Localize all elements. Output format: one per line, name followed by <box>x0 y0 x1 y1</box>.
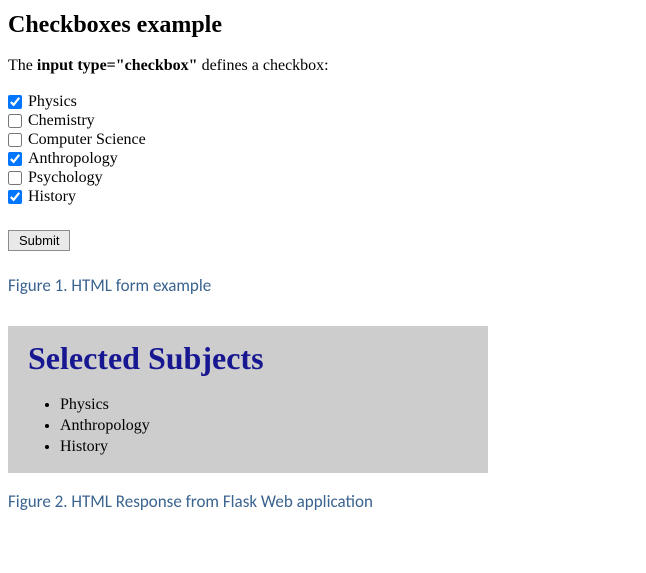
checkbox-row: History <box>8 188 638 206</box>
checkbox-list: PhysicsChemistryComputer ScienceAnthropo… <box>8 93 638 206</box>
figure-1-caption: Figure 1. HTML form example <box>8 275 638 296</box>
checkbox-label: Physics <box>28 93 77 111</box>
checkbox-label: Anthropology <box>28 150 118 168</box>
intro-text: The input type="checkbox" defines a chec… <box>8 57 638 75</box>
selected-item: Anthropology <box>60 416 468 437</box>
checkbox-label: Psychology <box>28 169 103 187</box>
selected-item: History <box>60 437 468 458</box>
page-title: Checkboxes example <box>8 12 638 39</box>
checkbox-input[interactable] <box>8 133 22 147</box>
checkbox-label: Chemistry <box>28 112 95 130</box>
figure-2-caption: Figure 2. HTML Response from Flask Web a… <box>8 491 638 512</box>
selected-subjects-title: Selected Subjects <box>28 340 468 377</box>
checkbox-row: Chemistry <box>8 112 638 130</box>
checkbox-input[interactable] <box>8 95 22 109</box>
checkbox-row: Physics <box>8 93 638 111</box>
submit-button[interactable]: Submit <box>8 230 70 251</box>
selected-subjects-list: PhysicsAnthropologyHistory <box>42 395 468 457</box>
checkbox-row: Anthropology <box>8 150 638 168</box>
checkbox-input[interactable] <box>8 114 22 128</box>
checkbox-input[interactable] <box>8 171 22 185</box>
intro-code: input type="checkbox" <box>37 57 198 74</box>
selected-item: Physics <box>60 395 468 416</box>
intro-suffix: defines a checkbox: <box>198 57 329 74</box>
checkbox-label: History <box>28 188 76 206</box>
checkbox-input[interactable] <box>8 190 22 204</box>
intro-prefix: The <box>8 57 37 74</box>
checkbox-row: Psychology <box>8 169 638 187</box>
checkbox-row: Computer Science <box>8 131 638 149</box>
selected-subjects-panel: Selected Subjects PhysicsAnthropologyHis… <box>8 326 488 473</box>
checkbox-input[interactable] <box>8 152 22 166</box>
checkbox-label: Computer Science <box>28 131 146 149</box>
